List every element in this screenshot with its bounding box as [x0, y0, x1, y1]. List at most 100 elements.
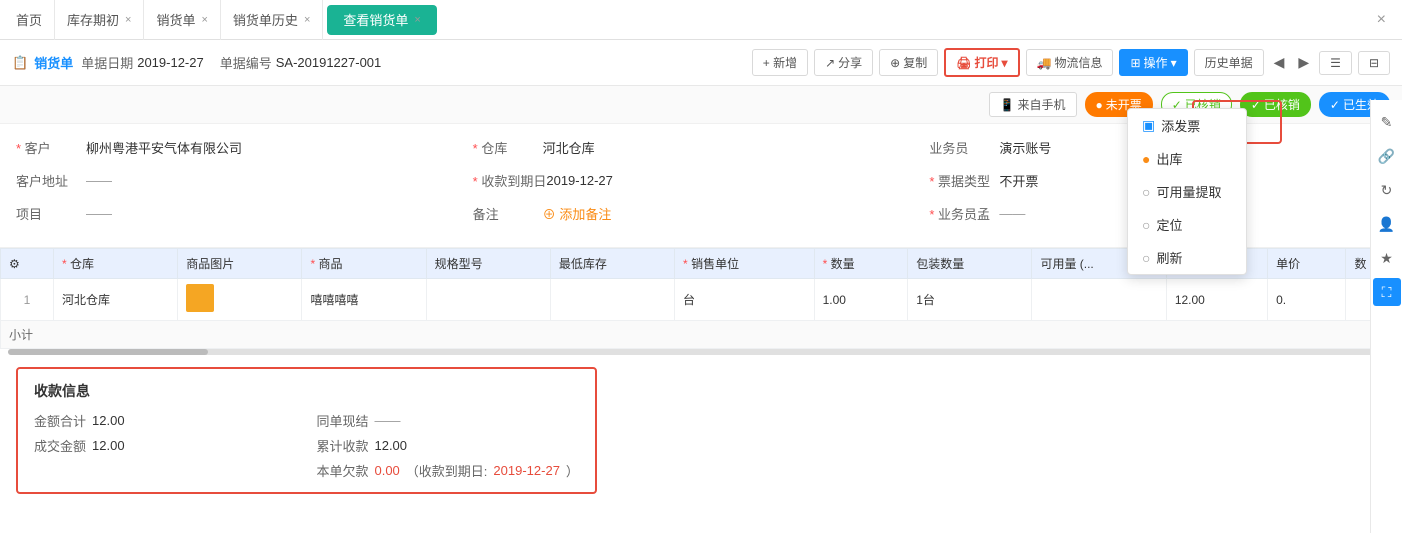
- share-button[interactable]: ↗ 分享: [814, 49, 873, 76]
- col-settings[interactable]: ⚙: [1, 249, 54, 279]
- project-value: ——: [86, 204, 112, 223]
- deal-amt-label: 成交金额: [34, 436, 86, 455]
- prev-button[interactable]: ◀: [1270, 52, 1289, 73]
- settings-icon: ⚙: [9, 257, 20, 271]
- total-value: 12.00: [92, 413, 125, 428]
- from-phone-button[interactable]: 📱 来自手机: [989, 92, 1077, 117]
- col-warehouse: 仓库: [54, 249, 178, 279]
- tab-sales-history-close[interactable]: ×: [304, 14, 310, 26]
- customer-group: 客户 柳州粤港平安气体有限公司: [16, 136, 473, 159]
- total-row: 金额合计 12.00: [34, 411, 296, 430]
- doc-title-text: 销货单: [34, 53, 73, 72]
- payment-title: 收款信息: [34, 381, 579, 401]
- row-pack-qty: 1台: [908, 279, 1032, 321]
- col-qty: 数量: [814, 249, 908, 279]
- scrollbar-thumb[interactable]: [8, 349, 208, 355]
- refresh-icon: ○: [1142, 250, 1150, 266]
- horizontal-scrollbar[interactable]: [8, 349, 1394, 355]
- view-list-button[interactable]: ☰: [1319, 51, 1352, 75]
- staff-value: 演示账号: [999, 136, 1051, 159]
- product-image: [186, 284, 214, 312]
- sidebar-edit-icon[interactable]: ✎: [1373, 108, 1401, 136]
- sidebar-user-icon[interactable]: 👤: [1373, 210, 1401, 238]
- sold-button[interactable]: ✓ 已核销: [1240, 92, 1311, 117]
- operate-dropdown: ▣ 添发票 ● 出库 ○ 可用量提取 ○ 定位 ○ 刷新: [1127, 108, 1247, 275]
- view-grid-button[interactable]: ⊟: [1358, 51, 1390, 75]
- current-owed-note: （收款到期日:: [406, 461, 488, 480]
- doc-no-label: 单据编号: [220, 53, 272, 72]
- available-qty-icon: ○: [1142, 184, 1150, 200]
- tab-inventory-close[interactable]: ×: [125, 14, 131, 26]
- outbound-icon: ●: [1142, 151, 1150, 167]
- payment-grid: 金额合计 12.00 同单现结 —— 成交金额 12.00 累计收款 12.00: [34, 411, 579, 480]
- print-icon: 🖨: [956, 56, 971, 70]
- tab-sales[interactable]: 销货单 ×: [144, 0, 220, 40]
- project-group: 项目 ——: [16, 204, 473, 223]
- deal-amt-row: 成交金额 12.00: [34, 436, 296, 455]
- tab-view-sales-close[interactable]: ×: [414, 14, 420, 26]
- address-label: 客户地址: [16, 171, 86, 190]
- add-button[interactable]: + 新增: [752, 49, 808, 76]
- current-owed-value: 0.00: [374, 463, 399, 478]
- warehouse-label: 仓库: [473, 138, 543, 157]
- remark-label: 备注: [473, 204, 543, 223]
- warehouse-value: 河北仓库: [543, 136, 595, 159]
- operate-dropdown-icon: ▾: [1171, 56, 1177, 70]
- add-invoice-label: 添发票: [1161, 116, 1200, 135]
- row-product: 嘻嘻嘻嘻: [302, 279, 426, 321]
- logistics-icon: 🚚: [1037, 56, 1052, 70]
- operate-button[interactable]: ⊞ 操作 ▾: [1119, 49, 1187, 76]
- tab-sales-history[interactable]: 销货单历史 ×: [221, 0, 323, 40]
- row-min-stock: [550, 279, 674, 321]
- dropdown-locate[interactable]: ○ 定位: [1128, 208, 1246, 241]
- sidebar-star-icon[interactable]: ★: [1373, 244, 1401, 272]
- main-content: 📋 销货单 单据日期 2019-12-27 单据编号 SA-20191227-0…: [0, 40, 1402, 533]
- row-sale-unit: 台: [675, 279, 815, 321]
- col-min-stock: 最低库存: [550, 249, 674, 279]
- remark-group: 备注 ⊕ 添加备注: [473, 202, 930, 225]
- window-close-button[interactable]: ×: [1369, 11, 1394, 29]
- invoice-value: 不开票: [999, 169, 1038, 192]
- same-order-value: ——: [374, 413, 400, 428]
- sidebar-expand-icon[interactable]: ⛶: [1373, 278, 1401, 306]
- subtotal-row: 小计: [1, 321, 1402, 349]
- toolbar: 📋 销货单 单据日期 2019-12-27 单据编号 SA-20191227-0…: [0, 40, 1402, 86]
- dropdown-outbound[interactable]: ● 出库: [1128, 142, 1246, 175]
- dropdown-refresh[interactable]: ○ 刷新: [1128, 241, 1246, 274]
- row-price: 0.: [1268, 279, 1346, 321]
- cumulative-label: 累计收款: [316, 436, 368, 455]
- row-qty: 1.00: [814, 279, 908, 321]
- current-owed-date: 2019-12-27: [493, 463, 560, 478]
- row-available: [1032, 279, 1166, 321]
- print-button[interactable]: 🖨 打印 ▾: [944, 48, 1019, 77]
- tab-inventory[interactable]: 库存期初 ×: [55, 0, 144, 40]
- address-group: 客户地址 ——: [16, 171, 473, 190]
- available-qty-label: 可用量提取: [1156, 182, 1221, 201]
- next-button[interactable]: ▶: [1294, 52, 1313, 73]
- tab-view-sales[interactable]: 查看销货单 ×: [327, 5, 436, 35]
- history-button[interactable]: 历史单据: [1194, 49, 1264, 76]
- tab-bar: 首页 库存期初 × 销货单 × 销货单历史 × 查看销货单 × ×: [0, 0, 1402, 40]
- dropdown-add-invoice[interactable]: ▣ 添发票: [1128, 109, 1246, 142]
- bottom-section: 收款信息 金额合计 12.00 同单现结 —— 成交金额 12.00 累计收款 …: [0, 355, 1402, 506]
- copy-button[interactable]: ⊕ 复制: [879, 49, 938, 76]
- add-remark-btn[interactable]: ⊕ 添加备注: [543, 202, 612, 225]
- locate-icon: ○: [1142, 217, 1150, 233]
- toolbar-actions: + 新增 ↗ 分享 ⊕ 复制 🖨 打印 ▾ 🚚 物流信息 ⊞ 操作 ▾: [752, 48, 1390, 77]
- sidebar-link-icon[interactable]: 🔗: [1373, 142, 1401, 170]
- tab-sales-close[interactable]: ×: [201, 14, 207, 26]
- row-product-img: [178, 279, 302, 321]
- dropdown-available-qty[interactable]: ○ 可用量提取: [1128, 175, 1246, 208]
- sidebar-refresh-icon[interactable]: ↻: [1373, 176, 1401, 204]
- logistics-button[interactable]: 🚚 物流信息: [1026, 49, 1114, 76]
- copy-icon: ⊕: [890, 56, 900, 70]
- add-invoice-icon: ▣: [1142, 117, 1155, 134]
- current-owed-close: ）: [566, 461, 579, 480]
- effective-icon: ✓: [1330, 98, 1340, 112]
- tab-home[interactable]: 首页: [8, 0, 55, 40]
- same-order-row: 同单现结 ——: [316, 411, 578, 430]
- phone-icon: 📱: [1000, 98, 1015, 112]
- cumulative-row: 累计收款 12.00: [316, 436, 578, 455]
- doc-no-group: 单据编号 SA-20191227-001: [220, 53, 382, 72]
- doc-meta: 单据日期 2019-12-27 单据编号 SA-20191227-001: [81, 53, 744, 72]
